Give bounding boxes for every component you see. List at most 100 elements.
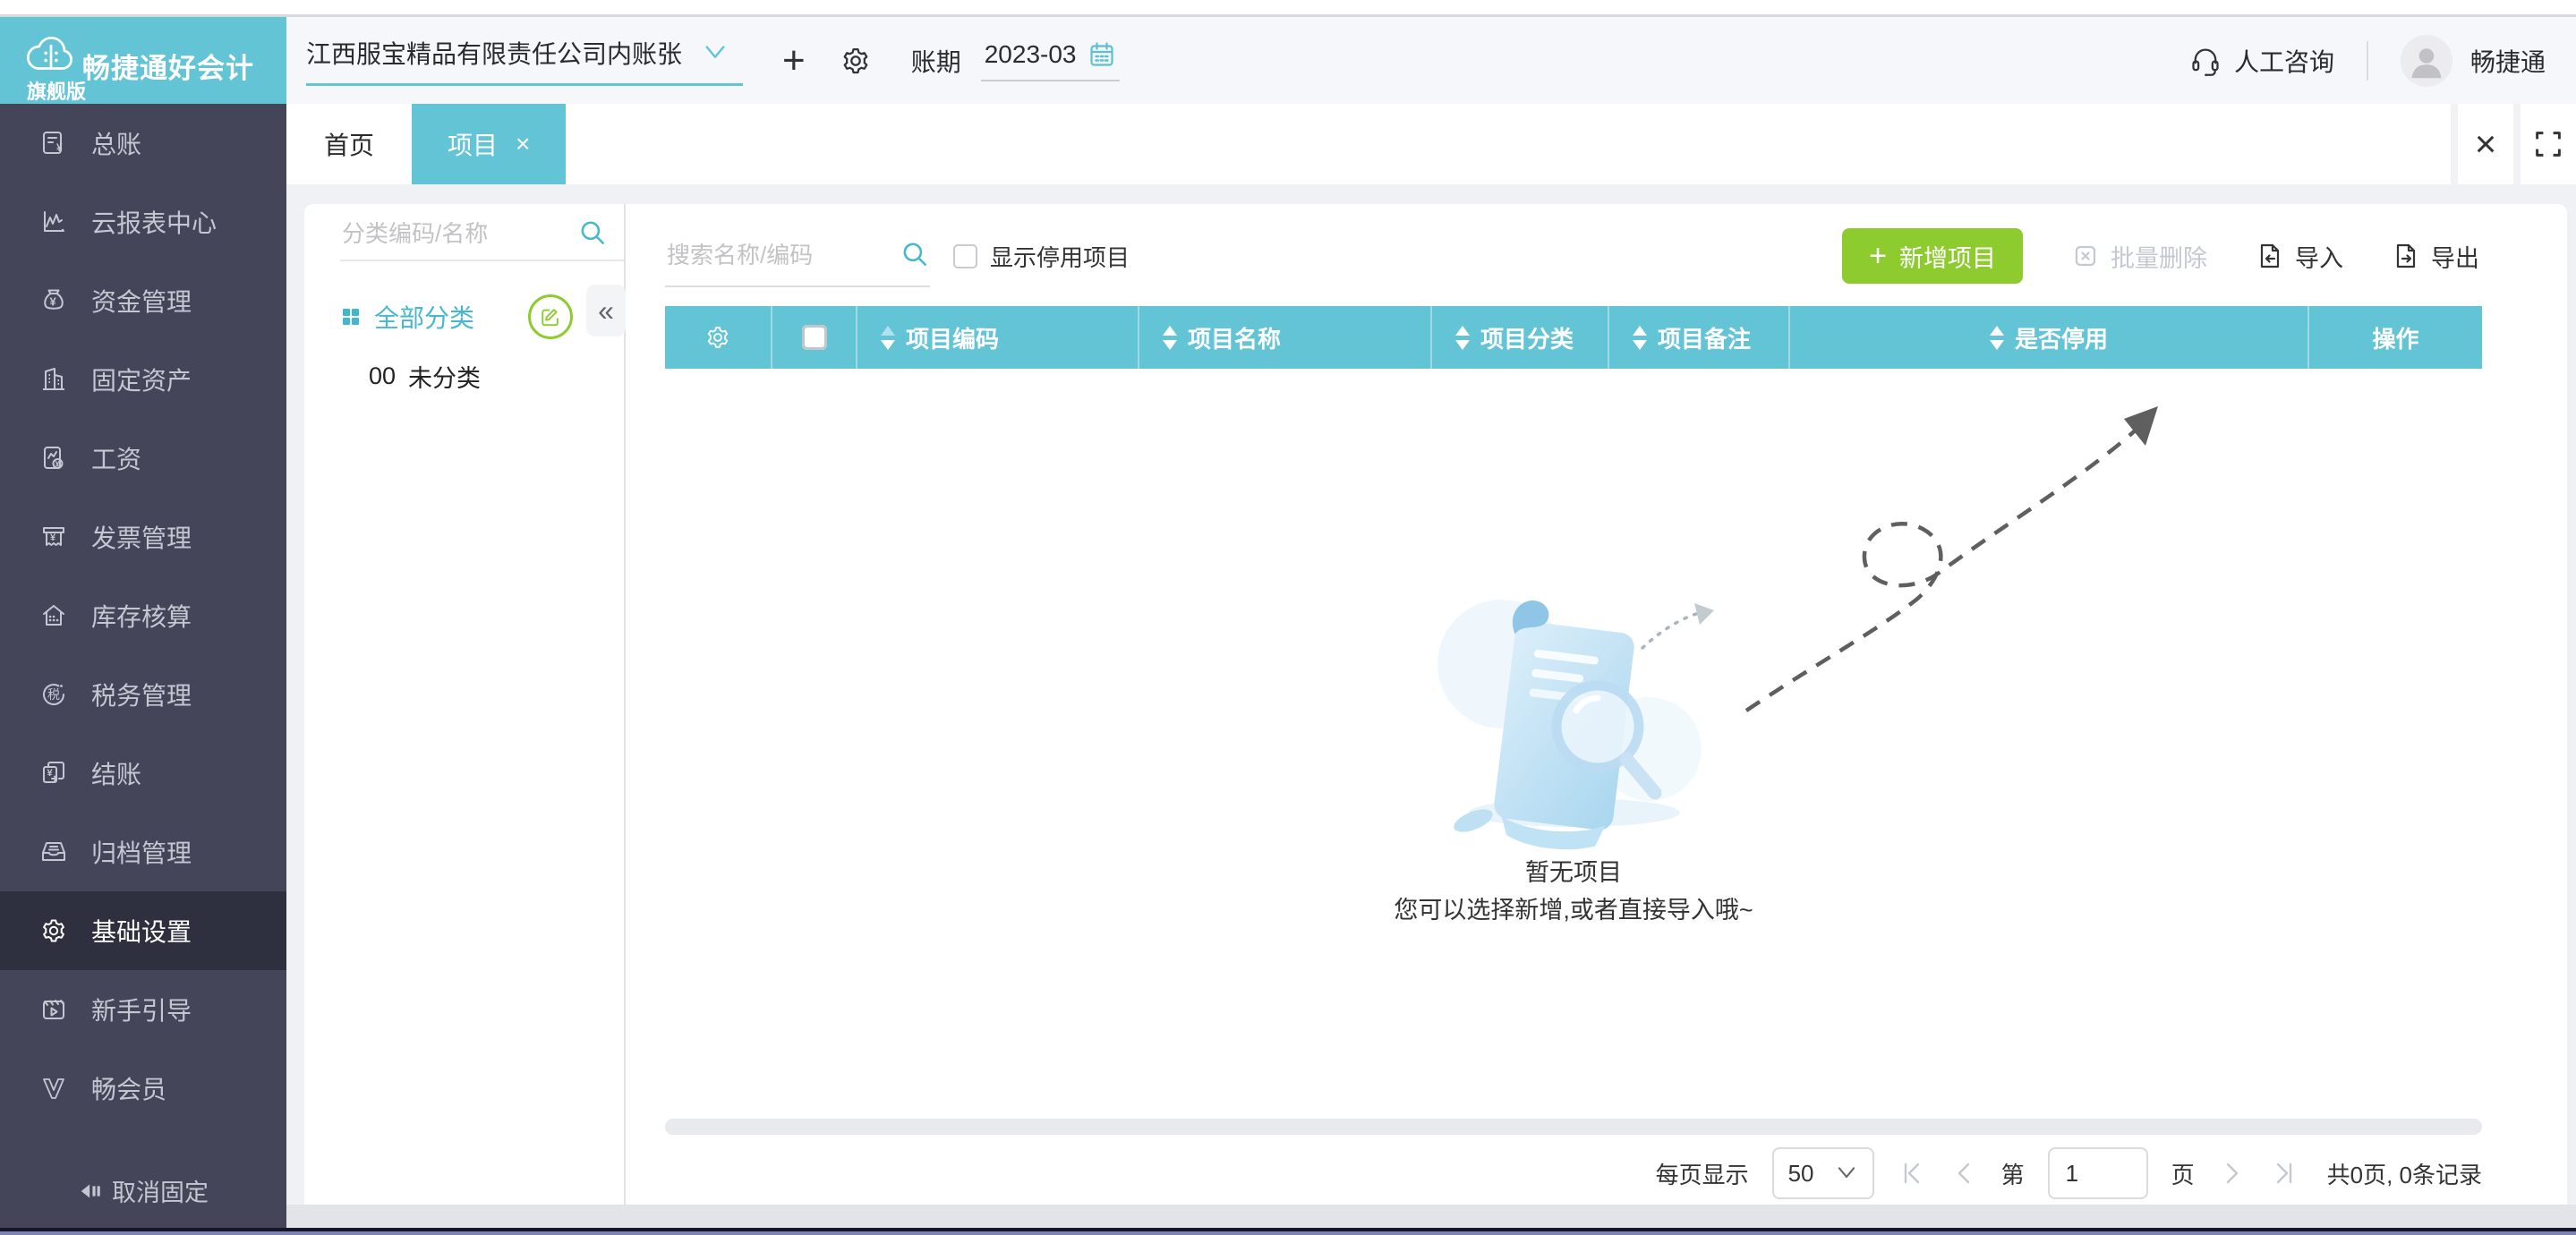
sidebar-item-funds[interactable]: ¥ 资金管理 xyxy=(0,261,286,340)
gear-icon xyxy=(707,327,729,348)
batch-delete-button[interactable]: 批量删除 xyxy=(2071,239,2207,274)
window-edge-accent xyxy=(0,1231,2576,1235)
calendar-icon xyxy=(1089,41,1113,66)
export-button[interactable]: 导出 xyxy=(2392,239,2479,274)
window-buttons: × xyxy=(2451,104,2576,184)
headset-icon xyxy=(2192,48,2219,76)
sidebar-item-payroll[interactable]: ¥ 工资 xyxy=(0,419,286,498)
closing-icon: ¥ xyxy=(43,762,64,783)
prev-page-button[interactable] xyxy=(1949,1159,1978,1188)
records-summary: 共0页, 0条记录 xyxy=(2326,1161,2482,1188)
collapse-panel-button[interactable]: « xyxy=(586,285,626,336)
money-bag-icon: ¥ xyxy=(44,289,64,310)
divider xyxy=(2366,40,2368,81)
per-page-select[interactable]: 50 xyxy=(1771,1147,1874,1199)
checkbox[interactable] xyxy=(953,243,977,268)
project-search-input[interactable] xyxy=(665,240,883,270)
sidebar-item-closing[interactable]: ¥ 结账 xyxy=(0,734,286,813)
tab-projects[interactable]: 项目 × xyxy=(412,104,567,184)
last-page-button[interactable] xyxy=(2270,1159,2299,1188)
unpin-sidebar-button[interactable]: 取消固定 xyxy=(0,1173,286,1208)
plus-icon: + xyxy=(1869,239,1887,273)
tab-home[interactable]: 首页 xyxy=(286,104,412,184)
sidebar-item-membership[interactable]: 畅会员 xyxy=(0,1049,286,1128)
sidebar-item-guide[interactable]: 新手引导 xyxy=(0,970,286,1049)
settings-gear-icon[interactable] xyxy=(840,45,872,77)
tabbar: 首页 项目 × × xyxy=(286,104,2576,184)
sidebar-item-invoices[interactable]: ¥ 发票管理 xyxy=(0,498,286,576)
empty-subtitle: 您可以选择新增,或者直接导入哦~ xyxy=(1394,897,1753,924)
search-icon[interactable] xyxy=(900,240,930,270)
sidebar-item-fixed-assets[interactable]: 固定资产 xyxy=(0,340,286,419)
col-project-category[interactable]: 项目分类 xyxy=(1432,306,1609,369)
sidebar-item-label: 资金管理 xyxy=(91,288,192,316)
toolbar-actions: + 新增项目 批量删除 导入 导出 xyxy=(1842,228,2479,284)
period-picker[interactable]: 2023-03 xyxy=(980,40,1120,81)
payroll-icon: ¥ xyxy=(44,447,64,469)
col-project-remark[interactable]: 项目备注 xyxy=(1609,306,1790,369)
svg-text:¥: ¥ xyxy=(56,141,63,154)
svg-text:¥: ¥ xyxy=(50,295,57,309)
search-icon[interactable] xyxy=(577,218,608,249)
close-icon: × xyxy=(2474,123,2497,165)
window-top-strip xyxy=(0,0,2576,17)
col-project-name[interactable]: 项目名称 xyxy=(1139,306,1432,369)
projects-panel: 显示停用项目 + 新增项目 批量删除 导入 xyxy=(627,204,2567,1205)
edit-categories-button[interactable] xyxy=(528,294,574,339)
sidebar-item-label: 归档管理 xyxy=(91,839,192,867)
sidebar-item-settings[interactable]: 基础设置 xyxy=(0,891,286,970)
sort-icons[interactable] xyxy=(1455,325,1470,350)
tree-node-uncategorized[interactable]: 00 未分类 xyxy=(369,358,481,394)
empty-state-text: 暂无项目 您可以选择新增,或者直接导入哦~ xyxy=(665,854,2482,929)
warehouse-icon xyxy=(43,605,64,626)
first-page-button[interactable] xyxy=(1898,1159,1926,1188)
node-code: 00 xyxy=(369,362,397,389)
building-icon xyxy=(43,368,64,390)
sort-icons[interactable] xyxy=(1163,325,1177,350)
support-button[interactable]: 人工咨询 xyxy=(2189,43,2334,79)
col-is-disabled[interactable]: 是否停用 xyxy=(1790,306,2309,369)
sidebar-item-inventory[interactable]: 库存核算 xyxy=(0,576,286,655)
company-selector[interactable]: 江西服宝精品有限责任公司内账张 xyxy=(306,35,744,86)
import-button[interactable]: 导入 xyxy=(2256,239,2343,274)
tax-icon: 税 xyxy=(43,684,64,705)
column-settings-button[interactable] xyxy=(665,306,772,369)
username: 畅捷通 xyxy=(2469,47,2546,76)
app-edition: 旗舰版 xyxy=(27,81,87,103)
sidebar: ¥ 总账 云报表中心 ¥ 资金管理 固定资产 ¥ 工资 ¥ 发票管理 库存核算 … xyxy=(0,104,286,1228)
app-title: 畅捷通好会计 xyxy=(82,53,254,84)
category-search xyxy=(340,213,608,254)
add-project-button[interactable]: + 新增项目 xyxy=(1842,228,2023,284)
topbar-right: 人工咨询 畅捷通 xyxy=(2189,34,2546,87)
membership-v-icon xyxy=(43,1078,64,1099)
fullscreen-button[interactable] xyxy=(2513,104,2576,184)
horizontal-scrollbar[interactable] xyxy=(665,1119,2482,1135)
add-account-button[interactable]: + xyxy=(782,40,806,81)
chevron-down-icon xyxy=(705,46,725,58)
tree-root-row[interactable]: 全部分类 xyxy=(342,290,574,344)
sidebar-item-general-ledger[interactable]: ¥ 总账 xyxy=(0,104,286,183)
avatar[interactable] xyxy=(2400,34,2452,87)
show-disabled-checkbox-row[interactable]: 显示停用项目 xyxy=(953,240,1130,273)
sidebar-item-label: 税务管理 xyxy=(91,682,192,710)
col-actions: 操作 xyxy=(2372,325,2419,353)
sidebar-item-archive[interactable]: 归档管理 xyxy=(0,813,286,891)
next-page-button[interactable] xyxy=(2218,1159,2247,1188)
fullscreen-icon xyxy=(2536,132,2561,157)
svg-text:税: 税 xyxy=(47,687,60,702)
project-search xyxy=(665,225,930,287)
select-all-checkbox[interactable] xyxy=(772,306,857,369)
report-chart-icon xyxy=(44,211,64,232)
sidebar-item-cloud-reports[interactable]: 云报表中心 xyxy=(0,183,286,261)
sidebar-item-tax[interactable]: 税 税务管理 xyxy=(0,655,286,734)
sort-icons[interactable] xyxy=(1633,325,1647,350)
col-project-code[interactable]: 项目编码 xyxy=(857,306,1139,369)
sort-icons[interactable] xyxy=(1989,325,2004,350)
sort-icons[interactable] xyxy=(881,325,895,350)
page-number-input[interactable] xyxy=(2047,1147,2148,1199)
close-button[interactable]: × xyxy=(2451,104,2513,184)
category-search-input[interactable] xyxy=(340,218,541,249)
close-tab-icon[interactable]: × xyxy=(516,132,530,157)
tree-root-label[interactable]: 全部分类 xyxy=(374,299,474,335)
export-icon xyxy=(2396,243,2416,268)
